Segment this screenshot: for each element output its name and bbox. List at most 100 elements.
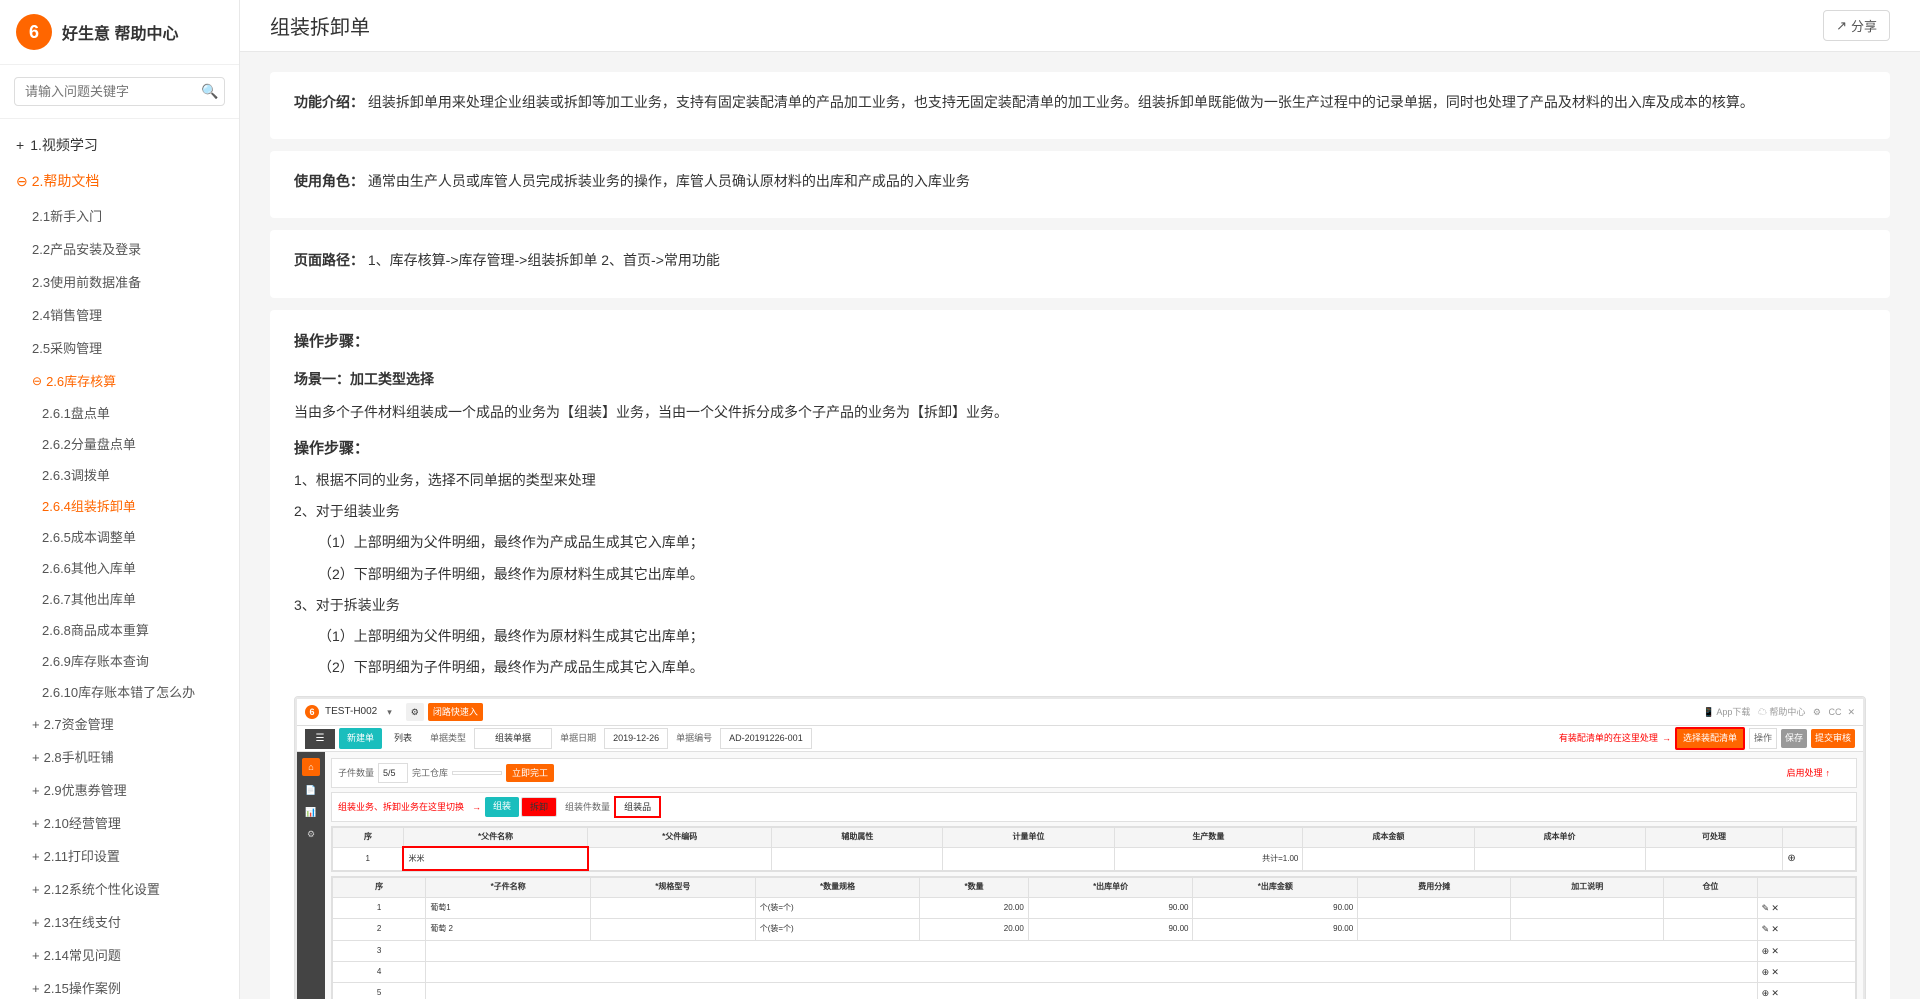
mock-child-row-2-qtyspec: 个(装=个)	[755, 919, 920, 940]
nav-section-2: ⊖ 2.帮助文档 2.1新手入门 2.2产品安装及登录 2.3使用前数据准备 2…	[0, 163, 239, 999]
sidebar-item-print[interactable]: +2.11打印设置	[0, 839, 239, 872]
sidebar-item-label: 2.帮助文档	[32, 171, 100, 191]
mock-child-row-1-qtyspec: 个(装=个)	[755, 897, 920, 918]
sidebar-item-inventory-5[interactable]: 2.6.5成本调整单	[0, 521, 239, 552]
search-input[interactable]	[25, 84, 201, 99]
sidebar-item-inventory[interactable]: ⊖ 2.6库存核算	[0, 364, 239, 397]
mock-del-row-5: ✕	[1771, 988, 1779, 998]
sidebar-item-faq[interactable]: +2.14常见问题	[0, 938, 239, 971]
sidebar-item-inventory-8[interactable]: 2.6.8商品成本重算	[0, 614, 239, 645]
sidebar-item-cases[interactable]: +2.15操作案例	[0, 971, 239, 999]
share-icon: ↗	[1836, 18, 1847, 34]
mock-del-icon-2: ✕	[1771, 924, 1779, 934]
step2: 2、对于组装业务	[294, 499, 1866, 524]
nav-list: 1.视频学习 ⊖ 2.帮助文档 2.1新手入门 2.2产品安装及登录 2.3使用…	[0, 119, 239, 999]
sidebar-item-inventory-2[interactable]: 2.6.2分量盘点单	[0, 428, 239, 459]
plus-icon3: +	[32, 783, 40, 798]
sidebar-item-inventory-6[interactable]: 2.6.6其他入库单	[0, 552, 239, 583]
mock-hamburger: ☰	[316, 730, 325, 748]
minus-icon: ⊖	[16, 173, 28, 190]
path-text: 页面路径： 1、库存核算->库存管理->组装拆卸单 2、首页->常用功能	[294, 248, 1866, 273]
mock-type-assemble: 组装	[485, 797, 519, 817]
mock-child-row-2-spec	[591, 919, 756, 940]
mock-child-row-2-amount: 90.00	[1193, 919, 1358, 940]
mock-warehouse-label: 完工仓库	[412, 765, 448, 781]
sidebar-item-video[interactable]: 1.视频学习	[0, 127, 239, 163]
nav-section-1: 1.视频学习	[0, 127, 239, 163]
sidebar-item-finance[interactable]: +2.7资金管理	[0, 707, 239, 740]
mock-child-row-2-name: 葡萄 2	[426, 919, 591, 940]
mock-child-row-4-seq: 4	[333, 961, 426, 982]
sidebar-item-inventory-3[interactable]: 2.6.3调拨单	[0, 459, 239, 490]
mock-tab-active: 新建单	[339, 728, 382, 748]
annotation-3-text: 启用处理	[1786, 765, 1822, 781]
inventory-children: 2.6.1盘点单 2.6.2分量盘点单 2.6.3调拨单 2.6.4组装拆卸单 …	[0, 397, 239, 707]
annotation-2-arrow: →	[472, 799, 481, 815]
mock-btn-refresh: ⚙	[406, 703, 424, 721]
mock-child-row-1-alloc	[1358, 897, 1511, 918]
mock-sub-qty: 5/5	[378, 763, 408, 783]
docs-children: 2.1新手入门 2.2产品安装及登录 2.3使用前数据准备 2.4销售管理 2.…	[0, 199, 239, 999]
mock-field-type-val: 组装单据	[474, 728, 552, 748]
sidebar-item-dataprep[interactable]: 2.3使用前数据准备	[0, 265, 239, 298]
annotation-3-line: ↑	[1826, 765, 1831, 781]
steps-title: 操作步骤：	[294, 328, 1866, 355]
mock-child-row-1-seq: 1	[333, 897, 426, 918]
path-card: 页面路径： 1、库存核算->库存管理->组装拆卸单 2、首页->常用功能	[270, 230, 1890, 297]
mock-field-date-val: 2019-12-26	[604, 728, 668, 748]
role-card: 使用角色： 通常由生产人员或库管人员完成拆装业务的操作，库管人员确认原材料的出库…	[270, 151, 1890, 218]
role-text: 使用角色： 通常由生产人员或库管人员完成拆装业务的操作，库管人员确认原材料的出库…	[294, 169, 1866, 194]
plus-icon: +	[32, 717, 40, 732]
mock-tab-list: 列表	[386, 728, 420, 748]
mock-assemble-label: 组装件数量	[565, 799, 610, 815]
mock-close: ✕	[1847, 704, 1855, 720]
mock-child-row-2-price: 90.00	[1028, 919, 1193, 940]
nav-section-inventory: ⊖ 2.6库存核算 2.6.1盘点单 2.6.2分量盘点单 2.6.3调拨单 2…	[0, 364, 239, 707]
mock-btn-new: 闭路快速入	[428, 703, 483, 721]
mock-del-row-3: ✕	[1771, 946, 1779, 956]
step2-1: （1）上部明细为父件明细，最终作为产成品生成其它入库单；	[318, 530, 1866, 555]
plus-icon8: +	[32, 948, 40, 963]
share-button[interactable]: ↗ 分享	[1823, 10, 1890, 41]
sidebar-item-coupon[interactable]: +2.9优惠券管理	[0, 773, 239, 806]
sidebar-item-install[interactable]: 2.2产品安装及登录	[0, 232, 239, 265]
sidebar-item-settings[interactable]: +2.12系统个性化设置	[0, 872, 239, 905]
search-icon[interactable]: 🔍	[201, 83, 218, 100]
sidebar-item-mobile[interactable]: +2.8手机旺铺	[0, 740, 239, 773]
sidebar-item-payment[interactable]: +2.13在线支付	[0, 905, 239, 938]
sidebar-item-sales[interactable]: 2.4销售管理	[0, 298, 239, 331]
mock-add-row-5: ⊕	[1762, 988, 1770, 998]
mock-sub-label: 子件数量	[338, 765, 374, 781]
sidebar-item-newbie[interactable]: 2.1新手入门	[0, 199, 239, 232]
sidebar-item-inventory-4[interactable]: 2.6.4组装拆卸单	[0, 490, 239, 521]
sidebar-item-inventory-1[interactable]: 2.6.1盘点单	[0, 397, 239, 428]
mock-home-icon: ⌂	[308, 759, 313, 775]
mock-settings-icon: ⚙	[307, 826, 315, 842]
intro-text: 功能介绍： 组装拆卸单用来处理企业组装或拆卸等加工业务，支持有固定装配清单的产品…	[294, 90, 1866, 115]
search-area: 🔍	[0, 65, 239, 119]
sidebar-item-inventory-10[interactable]: 2.6.10库存账本错了怎么办	[0, 676, 239, 707]
sidebar-item-purchase[interactable]: 2.5采购管理	[0, 331, 239, 364]
mock-child-row-1-name: 葡萄1	[426, 897, 591, 918]
mock-row-add: ⊕	[1787, 853, 1795, 864]
mock-field-no-label: 单据编号	[676, 730, 712, 746]
screenshot-container: 6 TEST-H002 ▾ ⚙ 闭路快速入 📱 App下载 ☁ 帮助中心 ⚙ C…	[294, 696, 1866, 999]
mock-child-row-1-amount: 90.00	[1193, 897, 1358, 918]
sidebar-item-inventory-9[interactable]: 2.6.9库存账本查询	[0, 645, 239, 676]
intro-label: 功能介绍：	[294, 94, 364, 110]
mock-child-row-2-loc	[1664, 919, 1757, 940]
mock-child-row-2-qty: 20.00	[920, 919, 1028, 940]
sidebar-item-docs[interactable]: ⊖ 2.帮助文档	[0, 163, 239, 199]
mock-type-disassemble: 拆卸	[521, 797, 557, 817]
mock-right-icons: 📱 App下载 ☁ 帮助中心 ⚙ CC	[1703, 704, 1841, 720]
mock-child-row-4-empty	[426, 961, 1757, 982]
mock-logo-text: 6	[309, 704, 314, 720]
mock-btn-save: 保存	[1781, 729, 1807, 747]
sidebar-item-ops[interactable]: +2.10经营管理	[0, 806, 239, 839]
sidebar-item-label: 1.视频学习	[30, 135, 98, 155]
mock-child-row-1-price: 90.00	[1028, 897, 1193, 918]
sidebar-item-inventory-7[interactable]: 2.6.7其他出库单	[0, 583, 239, 614]
path-label: 页面路径：	[294, 252, 364, 268]
page-title: 组装拆卸单	[270, 11, 370, 40]
sidebar: 6 好生意 帮助中心 🔍 1.视频学习 ⊖ 2.帮助文档 2.1新手入门 2.2…	[0, 0, 240, 999]
